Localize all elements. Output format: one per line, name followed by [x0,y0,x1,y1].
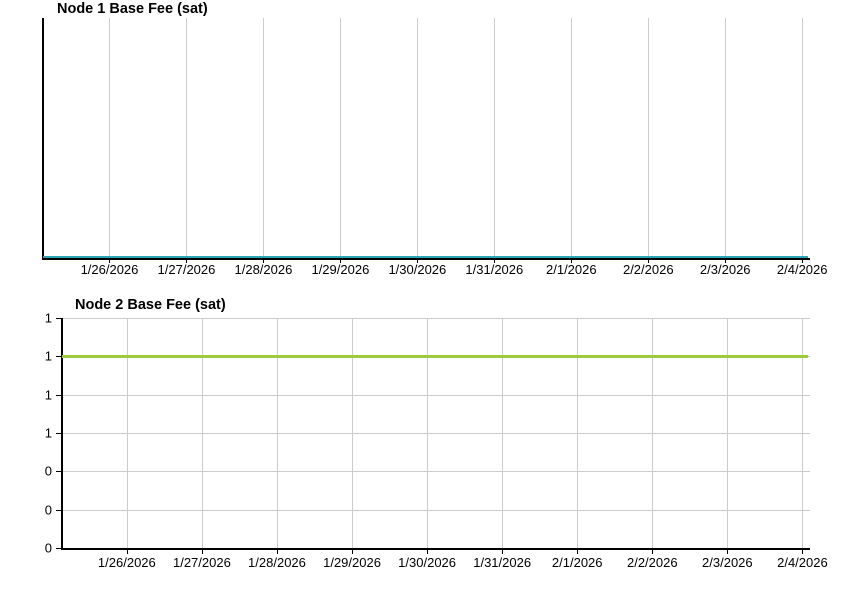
x-tick-label: 1/30/2026 [388,262,447,277]
v-gridline [263,18,265,258]
v-gridline [340,18,342,258]
y-axis [61,318,63,549]
x-tick-label: 2/4/2026 [776,262,828,277]
y-tick-label: 0 [44,540,52,556]
y-tick-label: 1 [44,348,52,364]
charts-panel: Node 1 Base Fee (sat) 1/26/2026 1/27/2026… [0,0,860,600]
x-axis [42,258,810,260]
x-tick-label: 2/1/2026 [545,262,597,277]
y-tick-label: 0 [44,502,52,518]
h-gridline [62,509,810,511]
x-tick-label: 1/29/2026 [323,555,381,570]
x-tick-label: 1/27/2026 [157,262,216,277]
x-tick-label: 1/30/2026 [398,555,457,570]
x-tick-label: 2/2/2026 [626,555,678,570]
x-tick-label: 1/28/2026 [234,262,293,277]
v-gridline [648,18,650,258]
x-tick-label: 1/31/2026 [473,555,532,570]
v-gridline [417,18,419,258]
x-tick-label: 1/31/2026 [465,262,524,277]
y-tick-label: 1 [44,310,52,326]
h-gridline [62,318,810,319]
v-gridline [571,18,573,258]
y-tick-label: 1 [44,425,52,441]
x-tick-label: 1/29/2026 [311,262,370,277]
x-tick-label: 2/1/2026 [551,555,603,570]
node2-chart-title: Node 2 Base Fee (sat) [75,297,226,313]
x-tick-label: 2/4/2026 [777,555,828,570]
v-gridline [802,18,804,258]
node1-chart-title: Node 1 Base Fee (sat) [57,1,208,17]
series-line-node2-base-fee [62,354,808,358]
x-tick-label: 1/26/2026 [97,555,156,570]
x-tick-label: 1/28/2026 [248,555,306,570]
y-tick-label: 0 [44,463,52,479]
y-axis [42,18,44,259]
h-gridline [62,471,810,473]
x-tick-label: 2/3/2026 [702,555,753,570]
v-gridline [494,18,496,258]
v-gridline [725,18,727,258]
x-tick-label: 2/3/2026 [699,262,751,277]
h-gridline [62,394,810,396]
x-axis [61,548,810,550]
series-line-node1-base-fee [43,256,808,258]
x-tick-label: 2/2/2026 [622,262,674,277]
v-gridline [186,18,188,258]
h-gridline [62,433,810,434]
x-tick-label: 1/27/2026 [172,555,231,570]
y-tick-label: 1 [44,387,52,403]
v-gridline [109,18,111,258]
x-tick-label: 1/26/2026 [80,262,139,277]
